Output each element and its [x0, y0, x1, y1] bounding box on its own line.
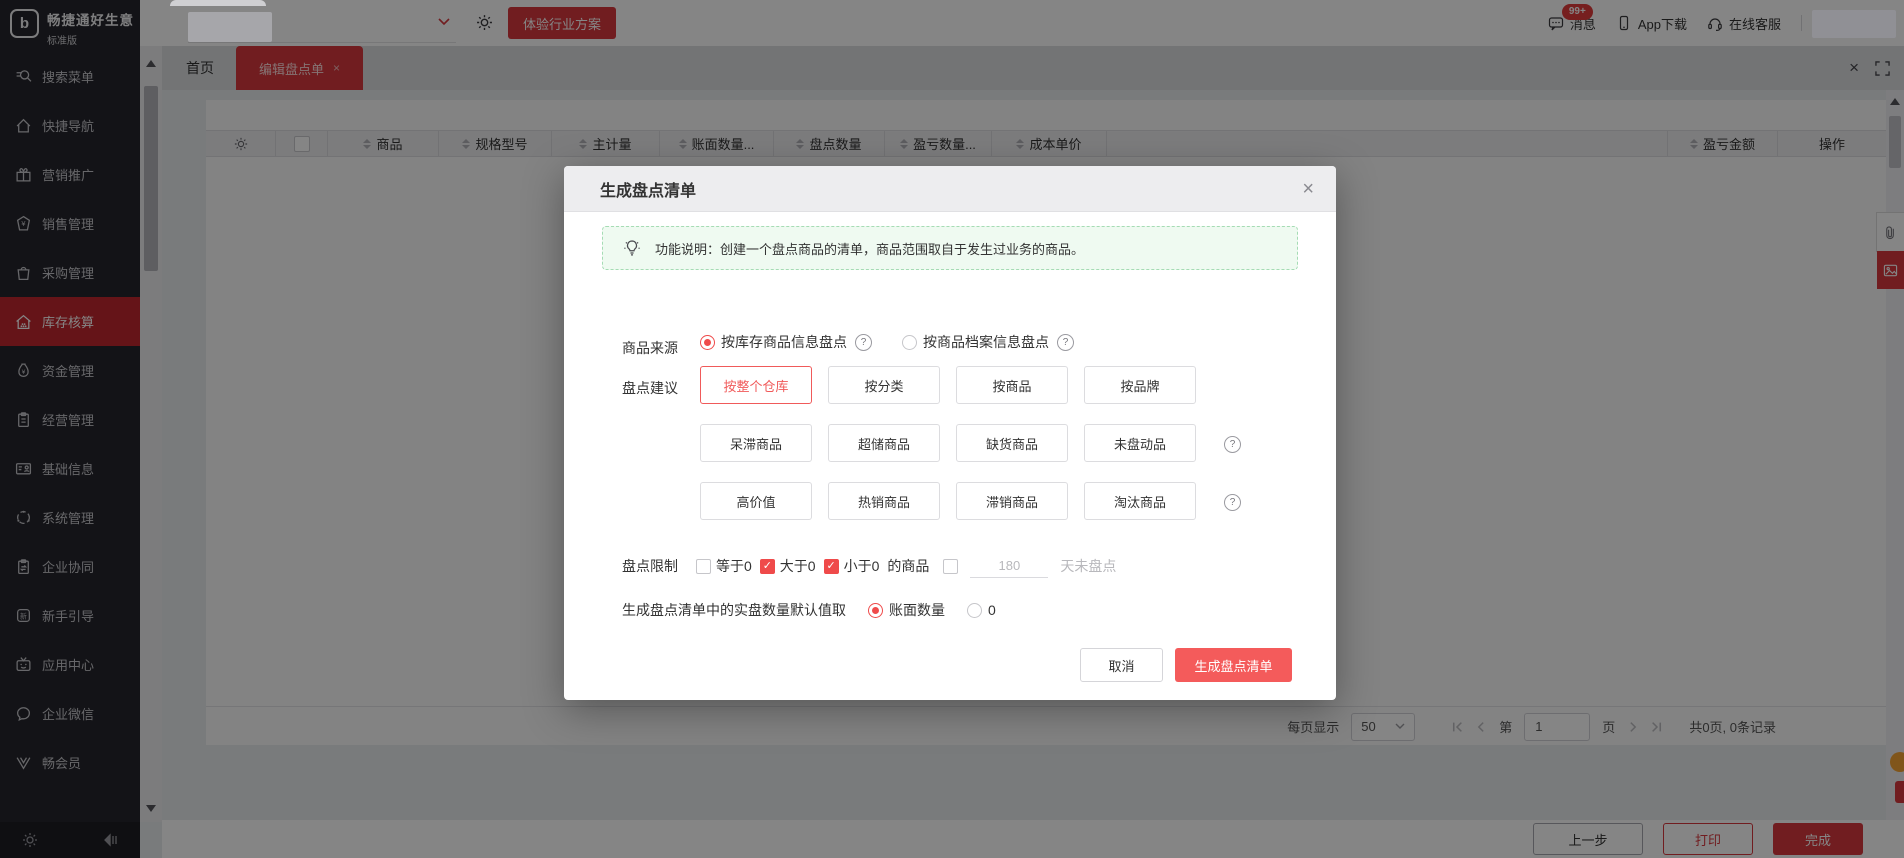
redacted-org-name — [188, 12, 272, 42]
help-icon[interactable]: ? — [855, 333, 872, 351]
filter-obsolete[interactable]: 淘汰商品 — [1084, 482, 1196, 520]
modal-footer: 取消 生成盘点清单 — [1080, 648, 1292, 682]
source-options: 按库存商品信息盘点 ? 按商品档案信息盘点 ? — [700, 332, 1074, 352]
help-icon[interactable]: ? — [1224, 494, 1241, 511]
days-suffix: 天未盘点 — [1060, 558, 1117, 574]
checkbox-days-uncounted[interactable] — [943, 558, 959, 574]
limit-suffix: 的商品 — [887, 558, 930, 574]
checkbox-checked-icon: ✓ — [759, 558, 775, 574]
filter-hot-selling[interactable]: 热销商品 — [828, 482, 940, 520]
redacted-user-name — [1812, 10, 1896, 38]
modal-header: 生成盘点清单 × — [564, 166, 1336, 212]
check-icon: ✓ — [762, 559, 772, 572]
generate-count-list-button[interactable]: 生成盘点清单 — [1175, 648, 1292, 682]
modal-title: 生成盘点清单 — [600, 182, 697, 200]
filter-by-product[interactable]: 按商品 — [956, 366, 1068, 404]
filter-out-of-stock[interactable]: 缺货商品 — [956, 424, 1068, 462]
radio-stock-product-info[interactable]: 按库存商品信息盘点 ? — [700, 332, 872, 352]
radio-selected-icon — [868, 602, 883, 618]
checkbox-checked-icon: ✓ — [823, 558, 839, 574]
source-label: 商品来源 — [622, 340, 678, 356]
radio-icon — [902, 334, 917, 350]
generate-count-list-modal: 生成盘点清单 × 功能说明：创建一个盘点商品的清单，商品范围取自于发生过业务的商… — [564, 166, 1336, 700]
top-tab-sliver — [170, 0, 266, 6]
default-qty-row: 生成盘点清单中的实盘数量默认值取 账面数量 0 — [622, 600, 996, 620]
suggest-row-2: 呆滞商品 超储商品 缺货商品 未盘动品 — [700, 424, 1196, 462]
checkbox-less-zero[interactable]: ✓ 小于0 — [823, 556, 879, 576]
help-icon[interactable]: ? — [1057, 333, 1074, 351]
radio-zero[interactable]: 0 — [967, 602, 996, 618]
checkbox-greater-zero[interactable]: ✓ 大于0 — [759, 556, 816, 576]
modal-close-icon[interactable]: × — [1302, 179, 1314, 199]
days-input[interactable] — [970, 554, 1049, 578]
suggest-row-3: 高价值 热销商品 滞销商品 淘汰商品 — [700, 482, 1196, 520]
check-icon: ✓ — [826, 559, 836, 572]
suggest-row-1: 按整个仓库 按分类 按商品 按品牌 — [700, 366, 1196, 404]
limit-label: 盘点限制 — [622, 558, 678, 574]
radio-selected-icon — [700, 334, 715, 350]
filter-uncounted[interactable]: 未盘动品 — [1084, 424, 1196, 462]
checkbox-icon — [696, 558, 711, 574]
radio-icon — [967, 602, 982, 618]
filter-stagnant[interactable]: 呆滞商品 — [700, 424, 812, 462]
default-qty-label: 生成盘点清单中的实盘数量默认值取 — [622, 602, 846, 618]
limit-row: 盘点限制 等于0 ✓ 大于0 ✓ 小于0 的商品 天未盘点 — [622, 554, 1116, 578]
suggest-label: 盘点建议 — [622, 380, 678, 396]
info-banner: 功能说明：创建一个盘点商品的清单，商品范围取自于发生过业务的商品。 — [602, 226, 1298, 270]
filter-overstock[interactable]: 超储商品 — [828, 424, 940, 462]
radio-product-archive-info[interactable]: 按商品档案信息盘点 ? — [902, 332, 1074, 352]
cancel-button[interactable]: 取消 — [1080, 648, 1163, 682]
screen: b 畅捷通好生意 标准版 搜索菜单 快捷导航 营销推广 ¥ 销售管理 采购管理 … — [0, 0, 1904, 858]
radio-book-qty[interactable]: 账面数量 — [868, 600, 945, 620]
filter-by-category[interactable]: 按分类 — [828, 366, 940, 404]
banner-text: 功能说明：创建一个盘点商品的清单，商品范围取自于发生过业务的商品。 — [655, 241, 1085, 257]
filter-by-brand[interactable]: 按品牌 — [1084, 366, 1196, 404]
checkbox-equal-zero[interactable]: 等于0 — [696, 556, 752, 576]
lightbulb-icon — [624, 240, 640, 256]
filter-slow-moving[interactable]: 滞销商品 — [956, 482, 1068, 520]
filter-whole-warehouse[interactable]: 按整个仓库 — [700, 366, 812, 404]
filter-high-value[interactable]: 高价值 — [700, 482, 812, 520]
help-icon[interactable]: ? — [1224, 436, 1241, 453]
